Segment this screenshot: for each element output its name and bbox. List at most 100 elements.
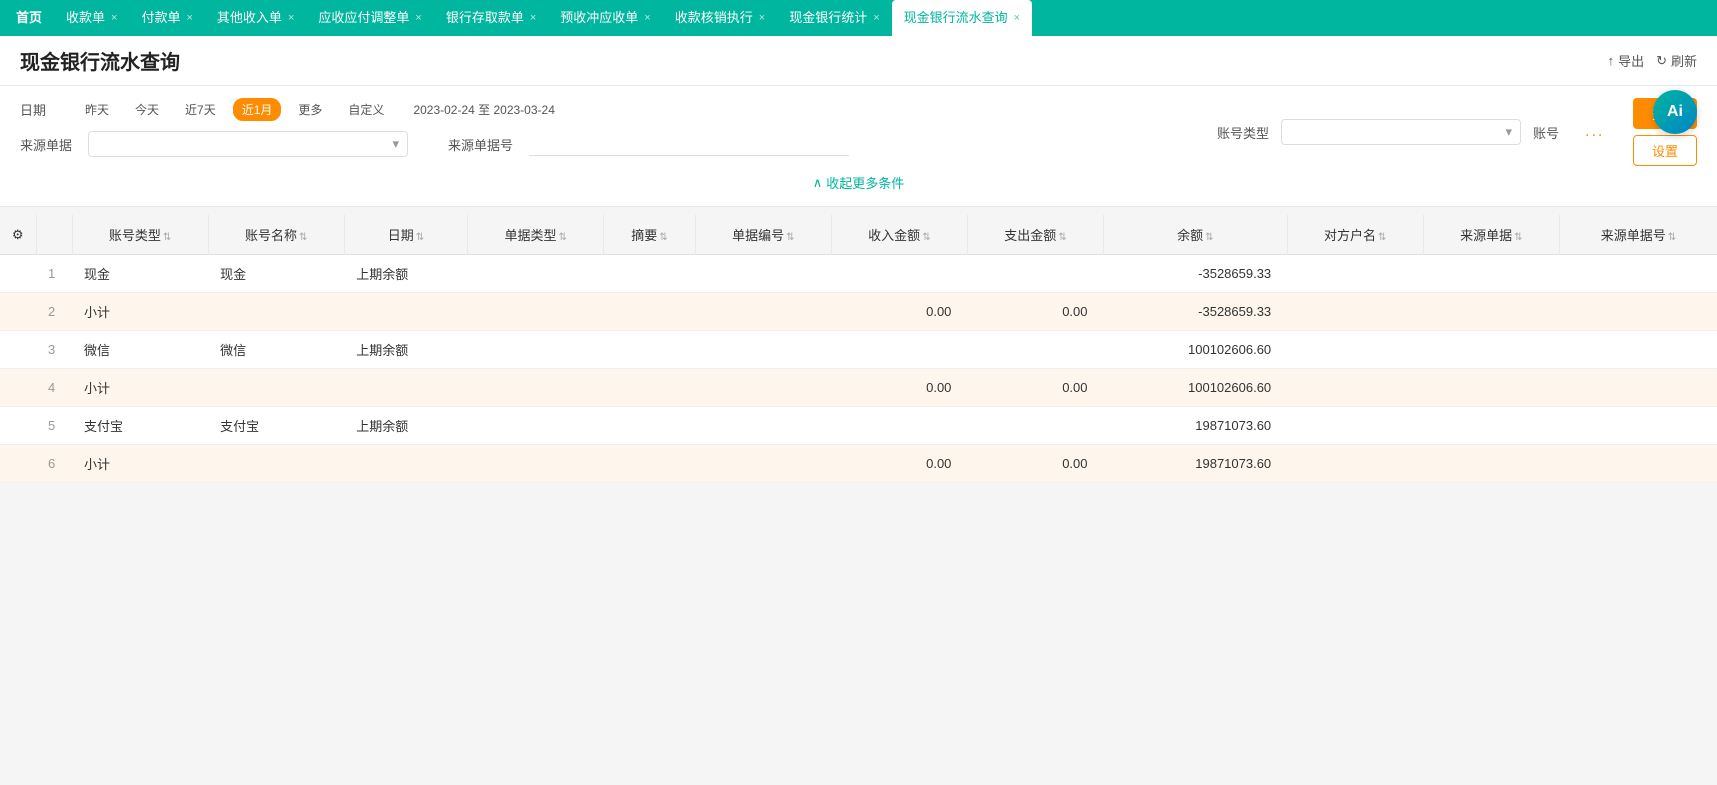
- export-button[interactable]: ↑ 导出: [1608, 51, 1645, 70]
- date-btn-custom[interactable]: 自定义: [339, 98, 393, 121]
- col-doc-num[interactable]: 单据编号⇅: [695, 215, 831, 255]
- source-doc-num-input[interactable]: [529, 132, 849, 156]
- header-actions: ↑ 导出 ↻ 刷新: [1608, 51, 1697, 70]
- nav-item-home[interactable]: 首页: [4, 0, 54, 36]
- nav-item-receipt[interactable]: 收款单 ×: [54, 0, 129, 36]
- date-btn-more[interactable]: 更多: [289, 98, 331, 121]
- counterparty-cell: [1287, 255, 1423, 293]
- nav-item-cash-bank-stat[interactable]: 现金银行统计 ×: [777, 0, 891, 36]
- account-name-cell: [208, 369, 344, 407]
- account-dots-button[interactable]: ...: [1585, 123, 1604, 141]
- nav-item-ap-adjust[interactable]: 应收应付调整单 ×: [306, 0, 433, 36]
- nav-item-other-income[interactable]: 其他收入单 ×: [205, 0, 306, 36]
- account-type-cell: 微信: [72, 331, 208, 369]
- income-cell: 0.00: [831, 369, 967, 407]
- income-cell: 0.00: [831, 293, 967, 331]
- nav-bank-deposit-close[interactable]: ×: [530, 0, 536, 36]
- income-cell: [831, 407, 967, 445]
- nav-receipt-verify-close[interactable]: ×: [759, 0, 765, 36]
- nav-cash-bank-flow-label: 现金银行流水查询: [904, 0, 1008, 36]
- col-source-doc[interactable]: 来源单据⇅: [1423, 215, 1559, 255]
- date-cell: 上期余额: [344, 255, 467, 293]
- collapse-up-icon: ∧: [813, 175, 823, 191]
- date-label: 日期: [20, 100, 60, 119]
- row-gear-cell: [0, 293, 36, 331]
- counterparty-cell: [1287, 293, 1423, 331]
- date-btn-7days[interactable]: 近7天: [176, 98, 225, 121]
- source-doc-select[interactable]: ▾: [88, 131, 408, 157]
- table-row: 2小计0.000.00-3528659.33: [0, 293, 1717, 331]
- doc-num-cell: [695, 445, 831, 483]
- account-type-cell: 小计: [72, 293, 208, 331]
- date-btn-today[interactable]: 今天: [126, 98, 168, 121]
- nav-advance-offset-close[interactable]: ×: [644, 0, 650, 36]
- nav-payment-close[interactable]: ×: [186, 0, 192, 36]
- doc-num-cell: [695, 255, 831, 293]
- date-btn-yesterday[interactable]: 昨天: [76, 98, 118, 121]
- doc-type-cell: [468, 407, 604, 445]
- date-options: 昨天 今天 近7天 近1月 更多 自定义: [76, 98, 393, 121]
- nav-cash-bank-stat-close[interactable]: ×: [873, 0, 879, 36]
- date-range-display: 2023-02-24 至 2023-03-24: [413, 101, 554, 118]
- source-doc-cell: [1423, 331, 1559, 369]
- doc-type-cell: [468, 331, 604, 369]
- doc-num-cell: [695, 293, 831, 331]
- date-cell: [344, 445, 467, 483]
- col-balance[interactable]: 余额⇅: [1104, 215, 1288, 255]
- refresh-button[interactable]: ↻ 刷新: [1656, 51, 1697, 70]
- col-expense[interactable]: 支出金额⇅: [967, 215, 1103, 255]
- col-source-doc-num[interactable]: 来源单据号⇅: [1559, 215, 1717, 255]
- nav-item-receipt-verify[interactable]: 收款核销执行 ×: [663, 0, 777, 36]
- settings-button[interactable]: 设置: [1633, 135, 1697, 166]
- row-gear-cell: [0, 407, 36, 445]
- balance-cell: 19871073.60: [1104, 407, 1288, 445]
- col-account-type[interactable]: 账号类型⇅: [72, 215, 208, 255]
- doc-num-cell: [695, 369, 831, 407]
- nav-cash-bank-flow-close[interactable]: ×: [1014, 0, 1020, 36]
- collapse-label: 收起更多条件: [826, 173, 904, 192]
- balance-cell: -3528659.33: [1104, 293, 1288, 331]
- nav-item-cash-bank-flow[interactable]: 现金银行流水查询 ×: [892, 0, 1032, 36]
- nav-item-advance-offset[interactable]: 预收冲应收单 ×: [548, 0, 662, 36]
- col-account-name[interactable]: 账号名称⇅: [208, 215, 344, 255]
- source-doc-cell: [1423, 407, 1559, 445]
- doc-type-cell: [468, 445, 604, 483]
- expense-cell: 0.00: [967, 445, 1103, 483]
- page-header: 现金银行流水查询 ↑ 导出 ↻ 刷新: [0, 36, 1717, 86]
- data-table: ⚙ 账号类型⇅ 账号名称⇅ 日期⇅ 单据类型⇅ 摘要⇅ 单据编号⇅ 收入金额⇅ …: [0, 215, 1717, 483]
- source-doc-cell: [1423, 369, 1559, 407]
- table-row: 6小计0.000.0019871073.60: [0, 445, 1717, 483]
- ai-button[interactable]: Ai: [1653, 90, 1697, 134]
- nav-ap-adjust-close[interactable]: ×: [415, 0, 421, 36]
- account-label: 账号: [1533, 123, 1573, 142]
- summary-cell: [604, 407, 696, 445]
- date-cell: [344, 293, 467, 331]
- account-name-cell: 支付宝: [208, 407, 344, 445]
- col-summary[interactable]: 摘要⇅: [604, 215, 696, 255]
- source-doc-num-label: 来源单据号: [448, 135, 513, 154]
- nav-receipt-close[interactable]: ×: [111, 0, 117, 36]
- nav-item-payment[interactable]: 付款单 ×: [129, 0, 204, 36]
- source-doc-num-cell: [1559, 331, 1717, 369]
- source-doc-cell: [1423, 445, 1559, 483]
- account-type-cell: 现金: [72, 255, 208, 293]
- export-label: 导出: [1618, 51, 1644, 70]
- expense-cell: 0.00: [967, 293, 1103, 331]
- col-income[interactable]: 收入金额⇅: [831, 215, 967, 255]
- col-counterparty[interactable]: 对方户名⇅: [1287, 215, 1423, 255]
- col-date[interactable]: 日期⇅: [344, 215, 467, 255]
- collapse-bar[interactable]: ∧ 收起更多条件: [20, 167, 1697, 194]
- date-btn-1month[interactable]: 近1月: [233, 98, 282, 121]
- top-nav: 首页 收款单 × 付款单 × 其他收入单 × 应收应付调整单 × 银行存取款单 …: [0, 0, 1717, 36]
- account-type-dropdown-icon: ▾: [1505, 124, 1512, 140]
- col-doc-type[interactable]: 单据类型⇅: [468, 215, 604, 255]
- filter-area: 日期 昨天 今天 近7天 近1月 更多 自定义 2023-02-24 至 202…: [0, 86, 1717, 207]
- nav-home-label: 首页: [16, 0, 42, 36]
- col-gear[interactable]: ⚙: [0, 215, 36, 255]
- nav-other-income-close[interactable]: ×: [288, 0, 294, 36]
- counterparty-cell: [1287, 369, 1423, 407]
- nav-item-bank-deposit[interactable]: 银行存取款单 ×: [434, 0, 548, 36]
- nav-bank-deposit-label: 银行存取款单: [446, 0, 524, 36]
- account-type-select[interactable]: ▾: [1281, 119, 1521, 145]
- refresh-icon: ↻: [1656, 53, 1667, 69]
